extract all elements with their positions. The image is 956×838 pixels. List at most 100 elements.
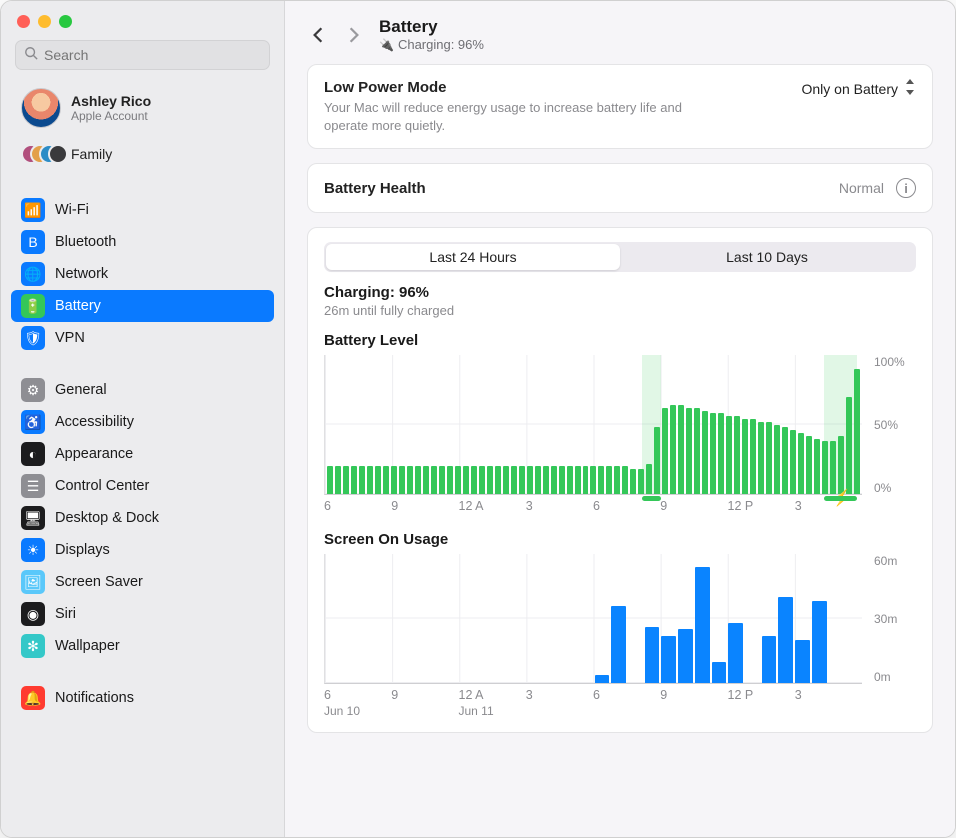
battery-level-bar	[678, 405, 684, 494]
sidebar-item-label: Wi-Fi	[55, 202, 264, 218]
minimize-button[interactable]	[38, 15, 51, 28]
battery-level-bar	[391, 466, 397, 494]
sidebar-item-notifications[interactable]: 🔔 Notifications	[11, 682, 274, 714]
battery-level-bar	[774, 425, 780, 495]
zoom-button[interactable]	[59, 15, 72, 28]
sidebar-item-label: VPN	[55, 330, 264, 346]
account-name: Ashley Rico	[71, 93, 151, 109]
search-field[interactable]	[15, 40, 270, 70]
time-range-segmented[interactable]: Last 24 Hours Last 10 Days	[324, 242, 916, 272]
battery-level-bar	[399, 466, 405, 494]
siri-icon: ◉	[21, 602, 45, 626]
wifi-icon: 📶	[21, 198, 45, 222]
battery-level-bar	[471, 466, 477, 494]
sidebar-item-wi-fi[interactable]: 📶 Wi-Fi	[11, 194, 274, 226]
charging-region	[642, 355, 661, 494]
sidebar-item-label: Displays	[55, 542, 264, 558]
sidebar-item-battery[interactable]: 🔋Battery	[11, 290, 274, 322]
screen-on-bar	[778, 597, 793, 683]
sidebar-item-control-center[interactable]: ☰Control Center	[11, 470, 274, 502]
tab-last-10-days[interactable]: Last 10 Days	[620, 244, 914, 270]
tab-last-24-hours[interactable]: Last 24 Hours	[326, 244, 620, 270]
search-icon	[24, 46, 38, 65]
sidebar-item-label: General	[55, 382, 264, 398]
forward-button[interactable]	[343, 24, 365, 46]
screensaver-icon: 🖼	[21, 570, 45, 594]
battery-icon: 🔋	[21, 294, 45, 318]
usage-card: Last 24 Hours Last 10 Days Charging: 96%…	[307, 227, 933, 733]
x-tick: 12 P	[728, 688, 795, 702]
battery-level-bar	[543, 466, 549, 494]
battery-health-title: Battery Health	[324, 180, 426, 197]
sidebar-item-label: Siri	[55, 606, 264, 622]
battery-level-bar	[415, 466, 421, 494]
accessibility-icon: ♿	[21, 410, 45, 434]
sidebar-item-label: Appearance	[55, 446, 264, 462]
notifications-icon: 🔔	[21, 686, 45, 710]
sidebar-item-bluetooth[interactable]: BBluetooth	[11, 226, 274, 258]
sidebar-item-displays[interactable]: ☀Displays	[11, 534, 274, 566]
apple-account-row[interactable]: Ashley Rico Apple Account	[1, 82, 284, 136]
sidebar-item-label: Notifications	[55, 690, 264, 706]
charging-marker	[824, 496, 856, 501]
battery-level-bar	[359, 466, 365, 494]
avatar	[21, 88, 61, 128]
low-power-mode-popup[interactable]: Only on Battery	[802, 79, 917, 98]
battery-level-bar	[559, 466, 565, 494]
battery-health-status: Normal	[839, 180, 884, 196]
close-button[interactable]	[17, 15, 30, 28]
search-input[interactable]	[44, 47, 261, 63]
charging-region	[824, 355, 856, 494]
sidebar-item-label: Network	[55, 266, 264, 282]
x-tick: 6	[324, 688, 391, 702]
sidebar-group-alerts: 🔔 Notifications	[1, 678, 284, 718]
sidebar-item-label: Control Center	[55, 478, 264, 494]
vpn-icon: 🛡	[21, 326, 45, 350]
x-tick: 9	[660, 688, 727, 702]
screen-on-bar	[728, 623, 743, 683]
x-date	[795, 704, 862, 718]
x-tick: 12 P	[728, 499, 795, 513]
gear-icon: ⚙	[21, 378, 45, 402]
sidebar-item-family[interactable]: Family	[1, 136, 284, 178]
sidebar-item-network[interactable]: 🌐Network	[11, 258, 274, 290]
battery-level-xaxis: 6912 A36912 P3	[324, 499, 862, 513]
battery-level-bar	[718, 413, 724, 494]
x-tick: 9	[660, 499, 727, 513]
x-tick: 6	[324, 499, 391, 513]
battery-level-bar	[750, 419, 756, 494]
low-power-mode-title: Low Power Mode	[324, 79, 714, 96]
battery-health-info-button[interactable]: i	[896, 178, 916, 198]
screen-on-bar	[762, 636, 777, 683]
back-button[interactable]	[307, 24, 329, 46]
x-tick: 3	[526, 499, 593, 513]
sidebar-item-general[interactable]: ⚙ General	[11, 374, 274, 406]
x-date	[593, 704, 660, 718]
battery-level-bar	[758, 422, 764, 494]
sidebar-item-appearance[interactable]: ◐Appearance	[11, 438, 274, 470]
battery-level-bar	[431, 466, 437, 494]
battery-level-bar	[423, 466, 429, 494]
battery-level-bar	[351, 466, 357, 494]
battery-level-bar	[495, 466, 501, 494]
sidebar-item-wallpaper[interactable]: ✻Wallpaper	[11, 630, 274, 662]
screen-on-bar	[645, 627, 660, 683]
battery-level-bar	[583, 466, 589, 494]
sidebar-item-accessibility[interactable]: ♿Accessibility	[11, 406, 274, 438]
screen-on-bar	[595, 675, 610, 684]
x-tick: 3	[526, 688, 593, 702]
family-icon	[21, 142, 61, 166]
sidebar-item-vpn[interactable]: 🛡 VPN	[11, 322, 274, 354]
sidebar-item-desktop-dock[interactable]: 🖥Desktop & Dock	[11, 502, 274, 534]
sidebar-item-screen-saver[interactable]: 🖼Screen Saver	[11, 566, 274, 598]
content-scroll[interactable]: Low Power Mode Your Mac will reduce ener…	[285, 64, 955, 837]
main-panel: Battery 🔌 Charging: 96% Low Power Mode Y…	[285, 1, 955, 837]
x-tick: 12 A	[459, 499, 526, 513]
x-tick: 9	[391, 688, 458, 702]
charging-eta: 26m until fully charged	[324, 303, 916, 318]
sidebar-item-siri[interactable]: ◉ Siri	[11, 598, 274, 630]
battery-level-bar	[487, 466, 493, 494]
battery-level-chart: ⚡	[324, 355, 862, 495]
page-title: Battery	[379, 17, 484, 37]
battery-level-bar	[335, 466, 341, 494]
